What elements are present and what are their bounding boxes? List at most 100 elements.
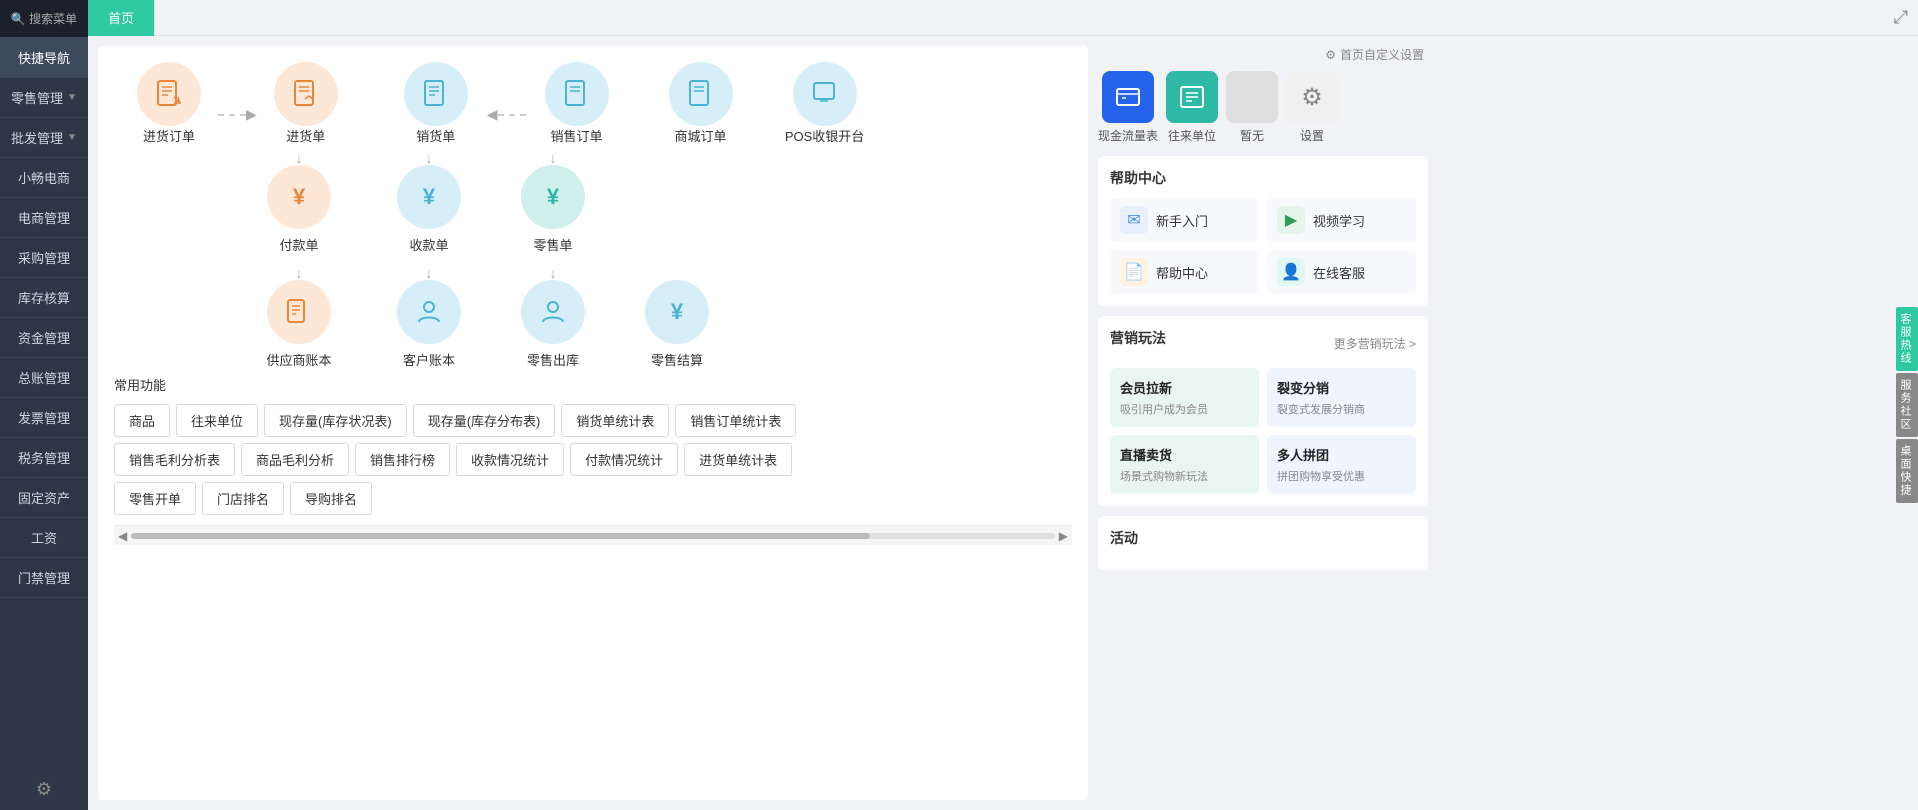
marketing-item-title: 裂变分销 <box>1277 378 1406 397</box>
flow-circle-retail-settle[interactable]: ¥ <box>645 280 709 344</box>
sidebar-search[interactable]: 🔍 搜索菜单 <box>0 0 88 38</box>
sidebar-item-assets[interactable]: 固定资产 <box>0 478 88 518</box>
settings-icon-box: ⚙ <box>1286 71 1338 123</box>
flow-node-label: 付款单 <box>279 235 318 254</box>
btn-guide-rank[interactable]: 导购排名 <box>290 482 372 515</box>
marketing-card: 营销玩法 更多营销玩法 > 会员拉新 吸引用户成为会员 裂变分销 裂变式发展分销… <box>1098 316 1428 506</box>
flow-node-purchase[interactable]: 进货单 <box>251 62 361 145</box>
btn-store-rank[interactable]: 门店排名 <box>202 482 284 515</box>
help-item-label: 帮助中心 <box>1156 263 1208 282</box>
btn-sale-rank[interactable]: 销售排行榜 <box>355 443 450 476</box>
help-item-beginner[interactable]: ✉ 新手入门 <box>1110 198 1259 242</box>
help-item-video[interactable]: ▶ 视频学习 <box>1267 198 1416 242</box>
help-item-help[interactable]: 📄 帮助中心 <box>1110 250 1259 294</box>
flow-circle-mall-order <box>669 62 733 126</box>
tab-home[interactable]: 首页 <box>88 0 155 36</box>
marketing-item-group[interactable]: 多人拼团 拼团购物享受优惠 <box>1267 435 1416 494</box>
marketing-item-fission[interactable]: 裂变分销 裂变式发展分销商 <box>1267 368 1416 427</box>
btn-retail-order[interactable]: 零售开单 <box>114 482 196 515</box>
flow-node-label: 进货单 <box>286 126 325 145</box>
sidebar-item-label: 小畅电商 <box>18 168 70 187</box>
marketing-item-live[interactable]: 直播卖货 场景式购物新玩法 <box>1110 435 1259 494</box>
flow-node-purchase-order[interactable]: 进货订单 <box>114 62 224 145</box>
flow-node-label: 零售结算 <box>651 350 703 369</box>
flow-node-mall-order[interactable]: 商城订单 <box>646 62 756 145</box>
flow-circle-retail[interactable]: ¥ <box>521 165 585 229</box>
btn-inventory-dist[interactable]: 现存量(库存分布表) <box>413 404 556 437</box>
flow-node-sales-order[interactable]: 销售订单 <box>522 62 632 145</box>
content-area: 进货订单 ▶ 进货单 <box>88 36 1918 810</box>
expand-button[interactable]: ⤢ <box>1884 7 1918 28</box>
flow-circle-sale <box>404 62 468 126</box>
partner-label: 往来单位 <box>1168 127 1216 144</box>
sidebar-item-ecommerce-small[interactable]: 小畅电商 <box>0 158 88 198</box>
help-item-label: 在线客服 <box>1313 263 1365 282</box>
flow-node-pos[interactable]: POS收银开台 <box>770 62 880 145</box>
flow-node-sale[interactable]: 销货单 <box>381 62 491 145</box>
sidebar-item-wholesale[interactable]: 批发管理 ▼ <box>0 118 88 158</box>
sidebar: 🔍 搜索菜单 快捷导航 零售管理 ▼ 批发管理 ▼ 小畅电商 电商管理 采购管理… <box>0 0 88 810</box>
sidebar-item-invoice[interactable]: 发票管理 <box>0 398 88 438</box>
flow-circle-customer-account[interactable] <box>397 280 461 344</box>
sidebar-item-ecommerce-mgmt[interactable]: 电商管理 <box>0 198 88 238</box>
quick-icon-cashflow[interactable]: 现金流量表 <box>1098 71 1158 144</box>
sidebar-item-purchase[interactable]: 采购管理 <box>0 238 88 278</box>
sidebar-item-inventory[interactable]: 库存核算 <box>0 278 88 318</box>
quick-icon-settings[interactable]: ⚙ 设置 <box>1286 71 1338 144</box>
btn-sale-stat[interactable]: 销货单统计表 <box>561 404 669 437</box>
down-arrow-retail2: ↓ <box>550 266 557 280</box>
float-btn-service[interactable]: 客服热线 <box>1896 307 1918 371</box>
scroll-thumb <box>131 533 870 539</box>
service-icon: 👤 <box>1277 258 1305 286</box>
sidebar-settings-button[interactable]: ⚙ <box>0 769 88 810</box>
sidebar-item-tax[interactable]: 税务管理 <box>0 438 88 478</box>
btn-goods[interactable]: 商品 <box>114 404 170 437</box>
btn-partners[interactable]: 往来单位 <box>176 404 258 437</box>
help-icon: 📄 <box>1120 258 1148 286</box>
scroll-bar: ◀ ▶ <box>114 525 1072 545</box>
down-arrow-retail: ↓ <box>550 151 557 165</box>
tab-home-label: 首页 <box>108 8 134 27</box>
flow-circle-retail-out[interactable] <box>521 280 585 344</box>
sidebar-item-label: 门禁管理 <box>18 568 70 587</box>
float-btn-community[interactable]: 服务社区 <box>1896 373 1918 437</box>
scroll-left-btn[interactable]: ◀ <box>118 529 127 543</box>
scroll-right-btn[interactable]: ▶ <box>1059 529 1068 543</box>
btn-inventory-status[interactable]: 现存量(库存状况表) <box>264 404 407 437</box>
activity-card: 活动 <box>1098 516 1428 570</box>
sidebar-item-quicknav[interactable]: 快捷导航 <box>0 38 88 78</box>
flow-circle-receipt[interactable]: ¥ <box>397 165 461 229</box>
flow-node-label: 零售单 <box>533 235 572 254</box>
customize-label[interactable]: 首页自定义设置 <box>1340 46 1424 63</box>
sidebar-item-door[interactable]: 门禁管理 <box>0 558 88 598</box>
search-icon: 🔍 <box>11 12 26 26</box>
sidebar-item-label: 发票管理 <box>18 408 70 427</box>
float-btn-desktop[interactable]: 桌面快捷 <box>1896 439 1918 503</box>
btn-sales-order-stat[interactable]: 销售订单统计表 <box>675 404 796 437</box>
flow-circle-payment[interactable]: ¥ <box>267 165 331 229</box>
marketing-title: 营销玩法 <box>1110 328 1166 348</box>
help-item-service[interactable]: 👤 在线客服 <box>1267 250 1416 294</box>
empty-icon-box <box>1226 71 1278 123</box>
sidebar-item-ledger[interactable]: 总账管理 <box>0 358 88 398</box>
sidebar-item-finance[interactable]: 资金管理 <box>0 318 88 358</box>
quick-icon-partner[interactable]: 往来单位 <box>1166 71 1218 144</box>
quick-icons: 现金流量表 往来单位 暂无 ⚙ 设置 <box>1098 71 1428 144</box>
marketing-item-desc: 吸引用户成为会员 <box>1120 401 1249 417</box>
marketing-grid: 会员拉新 吸引用户成为会员 裂变分销 裂变式发展分销商 直播卖货 场景式购物新玩… <box>1110 368 1416 494</box>
btn-sale-profit[interactable]: 销售毛利分析表 <box>114 443 235 476</box>
marketing-item-member[interactable]: 会员拉新 吸引用户成为会员 <box>1110 368 1259 427</box>
down-arrow-purchase: ↓ <box>296 151 303 165</box>
btn-payment-stat[interactable]: 付款情况统计 <box>570 443 678 476</box>
btn-receipt-stat[interactable]: 收款情况统计 <box>456 443 564 476</box>
activity-title: 活动 <box>1110 528 1416 548</box>
btn-purchase-stat[interactable]: 进货单统计表 <box>684 443 792 476</box>
help-grid: ✉ 新手入门 ▶ 视频学习 📄 帮助中心 👤 在线客服 <box>1110 198 1416 294</box>
sidebar-item-salary[interactable]: 工资 <box>0 518 88 558</box>
sidebar-item-retail[interactable]: 零售管理 ▼ <box>0 78 88 118</box>
btn-goods-profit[interactable]: 商品毛利分析 <box>241 443 349 476</box>
quick-icon-empty[interactable]: 暂无 <box>1226 71 1278 144</box>
common-functions-title: 常用功能 <box>114 375 1072 394</box>
marketing-more-link[interactable]: 更多营销玩法 > <box>1334 335 1416 352</box>
flow-circle-supplier-account[interactable] <box>267 280 331 344</box>
